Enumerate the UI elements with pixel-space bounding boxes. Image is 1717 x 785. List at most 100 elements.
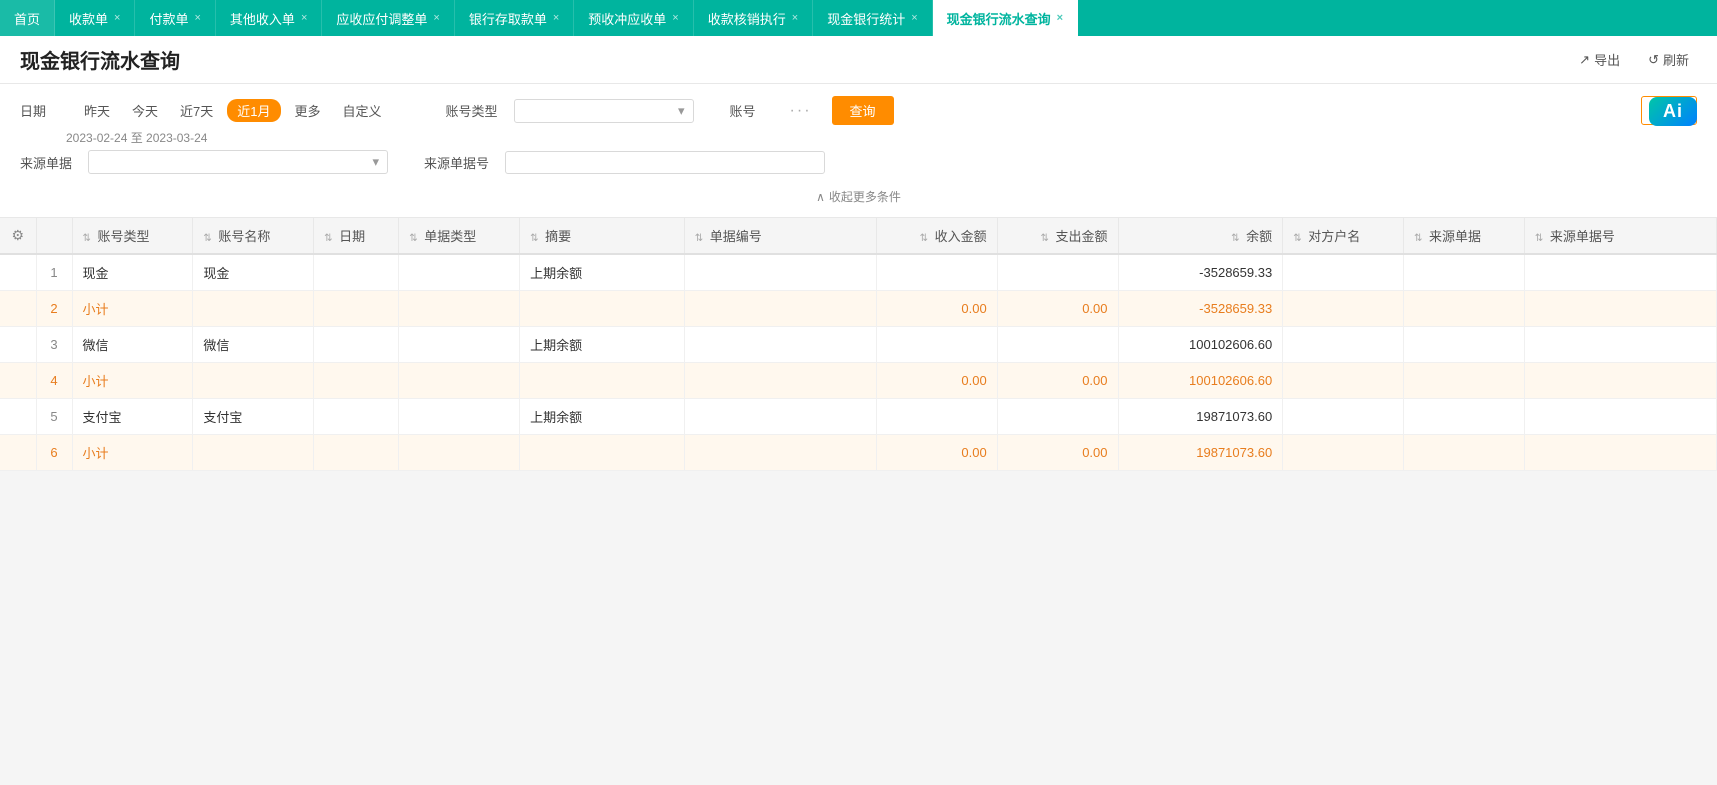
- source-doc-no-input[interactable]: [505, 151, 825, 174]
- td-account-name: [193, 291, 314, 327]
- th-summary[interactable]: ⇅ 摘要: [520, 218, 685, 254]
- close-icon-receipt[interactable]: ×: [114, 12, 120, 24]
- td-account-type: 小计: [72, 435, 193, 471]
- th-doc-no[interactable]: ⇅ 单据编号: [684, 218, 876, 254]
- chevron-down-icon-2: ▾: [372, 154, 379, 170]
- td-account-type: 微信: [72, 327, 193, 363]
- account-label: 账号: [730, 101, 770, 120]
- filter-row-2: 来源单据 ▾ 来源单据号: [20, 150, 1577, 174]
- nav-label-other-income: 其他收入单: [230, 9, 295, 28]
- td-summary: [520, 291, 685, 327]
- td-account-name: 微信: [193, 327, 314, 363]
- close-icon-prepaid[interactable]: ×: [672, 12, 678, 24]
- td-gear: [0, 254, 36, 291]
- collapse-bar[interactable]: ∧ 收起更多条件: [20, 188, 1697, 205]
- td-counterparty: [1283, 327, 1404, 363]
- close-icon-bank-flow[interactable]: ×: [1057, 12, 1063, 24]
- date-opt-yesterday[interactable]: 昨天: [76, 99, 118, 122]
- td-counterparty: [1283, 435, 1404, 471]
- chevron-up-icon: ∧: [816, 190, 825, 204]
- td-balance: 100102606.60: [1118, 327, 1283, 363]
- th-date[interactable]: ⇅ 日期: [314, 218, 399, 254]
- date-options: 昨天 今天 近7天 近1月 更多 自定义: [76, 99, 390, 122]
- page-title: 现金银行流水查询: [20, 45, 180, 74]
- close-icon-collection[interactable]: ×: [792, 12, 798, 24]
- table-row: 6小计0.000.0019871073.60: [0, 435, 1717, 471]
- nav-item-prepaid[interactable]: 预收冲应收单 ×: [574, 0, 693, 36]
- td-account-type: 小计: [72, 291, 193, 327]
- td-num: 5: [36, 399, 72, 435]
- th-account-name[interactable]: ⇅ 账号名称: [193, 218, 314, 254]
- date-opt-today[interactable]: 今天: [124, 99, 166, 122]
- date-opt-more[interactable]: 更多: [287, 99, 329, 122]
- close-icon-bank-stats[interactable]: ×: [911, 12, 917, 24]
- td-doc-type: [399, 291, 520, 327]
- close-icon-payment[interactable]: ×: [194, 12, 200, 24]
- th-account-type[interactable]: ⇅ 账号类型: [72, 218, 193, 254]
- td-source-doc: [1404, 435, 1525, 471]
- td-balance: 100102606.60: [1118, 363, 1283, 399]
- date-opt-custom[interactable]: 自定义: [335, 99, 390, 122]
- nav-label-bank-flow: 现金银行流水查询: [947, 9, 1051, 28]
- top-nav: 首页 收款单 × 付款单 × 其他收入单 × 应收应付调整单 × 银行存取款单 …: [0, 0, 1717, 36]
- td-source-doc: [1404, 363, 1525, 399]
- td-income: 0.00: [876, 291, 997, 327]
- data-table: ⚙ ⇅ 账号类型 ⇅ 账号名称 ⇅ 日期 ⇅ 单据类型: [0, 218, 1717, 471]
- source-doc-no-label: 来源单据号: [424, 153, 489, 172]
- collapse-label: 收起更多条件: [829, 188, 901, 205]
- th-counterparty[interactable]: ⇅ 对方户名: [1283, 218, 1404, 254]
- th-income[interactable]: ⇅ 收入金额: [876, 218, 997, 254]
- nav-item-adjustment[interactable]: 应收应付调整单 ×: [322, 0, 454, 36]
- date-opt-1month[interactable]: 近1月: [227, 99, 280, 122]
- nav-item-bank-deposit[interactable]: 银行存取款单 ×: [455, 0, 574, 36]
- td-account-name: [193, 435, 314, 471]
- close-icon-adjustment[interactable]: ×: [433, 12, 439, 24]
- td-doc-type: [399, 327, 520, 363]
- nav-item-receipt[interactable]: 收款单 ×: [55, 0, 135, 36]
- close-icon-other-income[interactable]: ×: [301, 12, 307, 24]
- td-counterparty: [1283, 254, 1404, 291]
- td-summary: 上期余额: [520, 399, 685, 435]
- sort-arrows-summary: ⇅: [530, 233, 538, 244]
- td-doc-type: [399, 254, 520, 291]
- nav-item-home[interactable]: 首页: [0, 0, 55, 36]
- nav-item-other-income[interactable]: 其他收入单 ×: [216, 0, 322, 36]
- td-counterparty: [1283, 399, 1404, 435]
- export-button[interactable]: ↗ 导出: [1571, 46, 1628, 73]
- td-num: 1: [36, 254, 72, 291]
- td-date: [314, 399, 399, 435]
- th-doc-type[interactable]: ⇅ 单据类型: [399, 218, 520, 254]
- td-expense: [997, 399, 1118, 435]
- gear-icon[interactable]: ⚙: [11, 227, 24, 243]
- sort-arrows-doc-no: ⇅: [695, 233, 703, 244]
- td-gear: [0, 435, 36, 471]
- date-opt-7days[interactable]: 近7天: [172, 99, 221, 122]
- filter-row-1: 日期 昨天 今天 近7天 近1月 更多 自定义 账号类型 ▾ 账号 ···: [20, 96, 1577, 125]
- nav-item-payment[interactable]: 付款单 ×: [135, 0, 215, 36]
- export-label: 导出: [1594, 50, 1620, 69]
- td-doc-no: [684, 291, 876, 327]
- th-source-doc[interactable]: ⇅ 来源单据: [1404, 218, 1525, 254]
- td-source-doc-no: [1524, 435, 1716, 471]
- th-balance[interactable]: ⇅ 余额: [1118, 218, 1283, 254]
- source-doc-select[interactable]: ▾: [88, 150, 388, 174]
- nav-item-collection[interactable]: 收款核销执行 ×: [694, 0, 813, 36]
- refresh-button[interactable]: ↺ 刷新: [1640, 46, 1697, 73]
- td-source-doc: [1404, 327, 1525, 363]
- td-account-type: 支付宝: [72, 399, 193, 435]
- nav-item-bank-stats[interactable]: 现金银行统计 ×: [813, 0, 932, 36]
- td-date: [314, 435, 399, 471]
- close-icon-bank-deposit[interactable]: ×: [553, 12, 559, 24]
- td-doc-no: [684, 399, 876, 435]
- nav-item-bank-flow[interactable]: 现金银行流水查询 ×: [933, 0, 1078, 36]
- more-dots-icon[interactable]: ···: [786, 102, 816, 120]
- account-type-select[interactable]: ▾: [514, 99, 694, 123]
- ai-badge[interactable]: Ai: [1649, 97, 1697, 126]
- nav-label-adjustment: 应收应付调整单: [336, 9, 427, 28]
- query-button[interactable]: 查询: [832, 96, 894, 125]
- table-container: ⚙ ⇅ 账号类型 ⇅ 账号名称 ⇅ 日期 ⇅ 单据类型: [0, 218, 1717, 471]
- th-expense[interactable]: ⇅ 支出金额: [997, 218, 1118, 254]
- th-source-doc-no[interactable]: ⇅ 来源单据号: [1524, 218, 1716, 254]
- nav-label-receipt: 收款单: [69, 9, 108, 28]
- td-income: 0.00: [876, 363, 997, 399]
